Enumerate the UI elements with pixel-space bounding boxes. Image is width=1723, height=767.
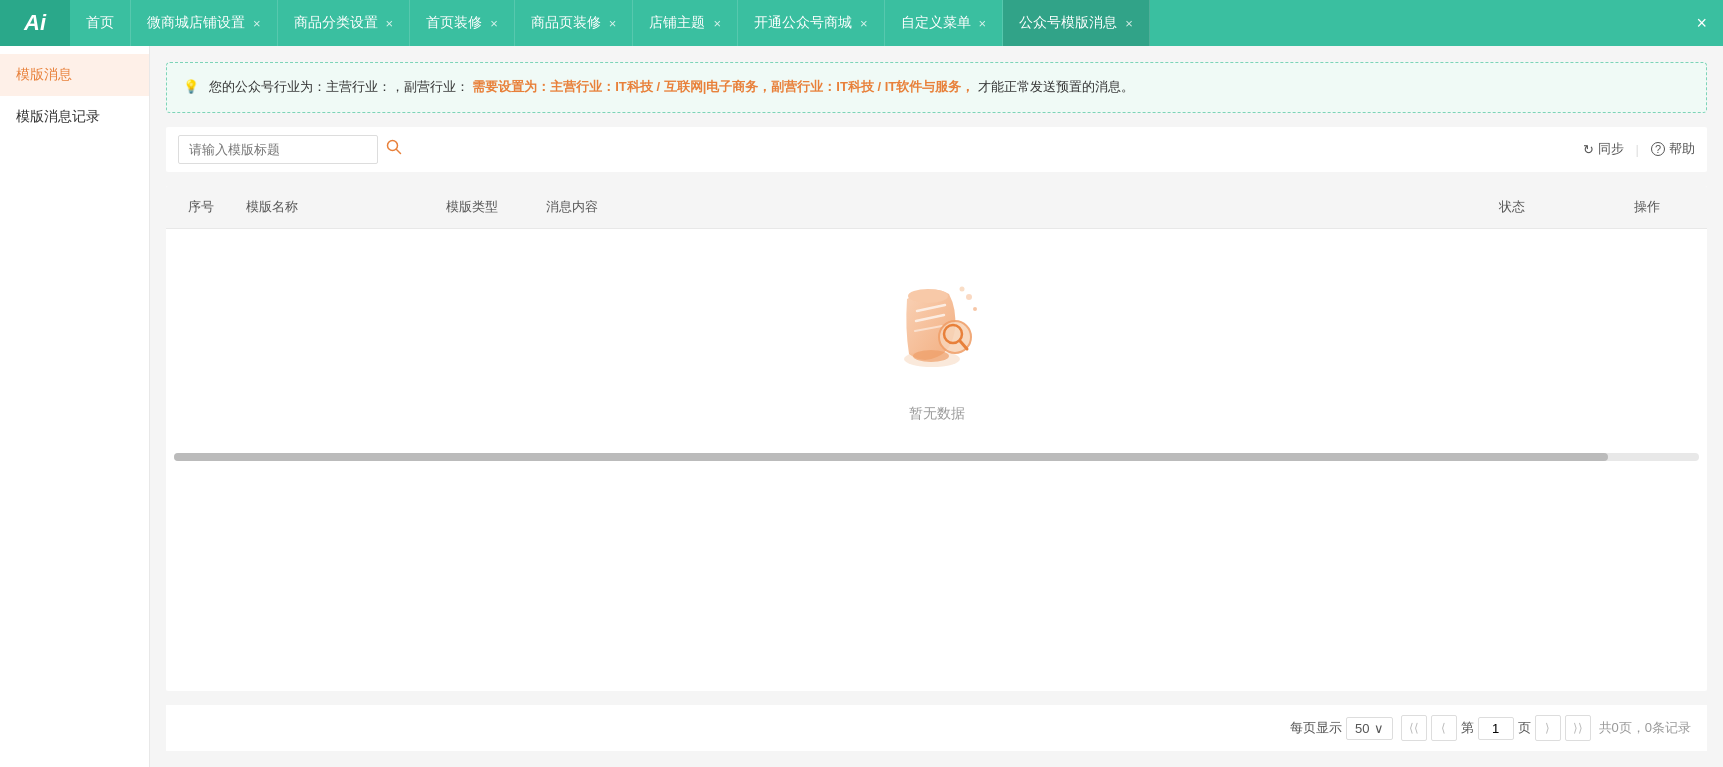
- notice-prefix: 您的公众号行业为：主营行业：，副营行业：: [209, 79, 469, 94]
- col-header-type: 模版类型: [436, 186, 536, 228]
- close-open-mall-icon[interactable]: ×: [860, 16, 868, 31]
- toolbar: ↻ 同步 | ? 帮助: [166, 127, 1707, 172]
- tab-home[interactable]: 首页: [70, 0, 131, 46]
- tab-shop-theme-label: 店铺主题: [649, 14, 705, 32]
- notice-highlight: 需要设置为：主营行业：IT科技 / 互联网|电子商务，副营行业：IT科技 / I…: [472, 79, 974, 94]
- close-category-icon[interactable]: ×: [386, 16, 394, 31]
- per-page-value: 50: [1355, 721, 1369, 736]
- notice-bulb-icon: 💡: [183, 79, 199, 94]
- close-custom-menu-icon[interactable]: ×: [979, 16, 987, 31]
- data-table: 序号 模版名称 模版类型 消息内容 状态 操作: [166, 186, 1707, 691]
- next-page-button[interactable]: ⟩: [1535, 715, 1561, 741]
- sidebar-item-template-record[interactable]: 模版消息记录: [0, 96, 149, 138]
- col-header-seq: 序号: [166, 186, 236, 228]
- tab-product-decor[interactable]: 商品页装修 ×: [515, 0, 634, 46]
- sidebar-item-template-msg[interactable]: 模版消息: [0, 54, 149, 96]
- tab-template-msg-label: 公众号模版消息: [1019, 14, 1117, 32]
- svg-point-11: [966, 294, 972, 300]
- help-button[interactable]: ? 帮助: [1651, 140, 1695, 158]
- tab-category-label: 商品分类设置: [294, 14, 378, 32]
- toolbar-right: ↻ 同步 | ? 帮助: [1583, 140, 1695, 158]
- chevron-down-icon: ∨: [1374, 721, 1384, 736]
- pagination: 每页显示 50 ∨ ⟨⟨ ⟨ 第 页 ⟩ ⟩⟩ 共0页，0条记录: [166, 705, 1707, 751]
- svg-point-12: [973, 307, 977, 311]
- scrollbar-thumb[interactable]: [174, 453, 1608, 461]
- tab-homepage-decor[interactable]: 首页装修 ×: [410, 0, 515, 46]
- search-button[interactable]: [386, 139, 402, 159]
- search-input[interactable]: [178, 135, 378, 164]
- notice-suffix: 才能正常发送预置的消息。: [978, 79, 1134, 94]
- page-navigation: ⟨⟨ ⟨ 第 页 ⟩ ⟩⟩: [1401, 715, 1591, 741]
- total-info: 共0页，0条记录: [1599, 719, 1691, 737]
- topbar-close-button[interactable]: ×: [1680, 0, 1723, 46]
- close-template-msg-icon[interactable]: ×: [1125, 16, 1133, 31]
- content-area: 💡 您的公众号行业为：主营行业：，副营行业： 需要设置为：主营行业：IT科技 /…: [150, 46, 1723, 767]
- app-logo: Ai: [0, 0, 70, 46]
- table-header: 序号 模版名称 模版类型 消息内容 状态 操作: [166, 186, 1707, 229]
- tab-product-decor-label: 商品页装修: [531, 14, 601, 32]
- page-label: 第: [1461, 719, 1474, 737]
- sync-label: 同步: [1598, 140, 1624, 158]
- search-area: [178, 135, 402, 164]
- help-label: 帮助: [1669, 140, 1695, 158]
- tab-home-label: 首页: [86, 14, 114, 32]
- close-shop-theme-icon[interactable]: ×: [713, 16, 721, 31]
- svg-point-3: [908, 289, 948, 303]
- per-page-select[interactable]: 50 ∨: [1346, 717, 1392, 740]
- topbar: Ai 首页 微商城店铺设置 × 商品分类设置 × 首页装修 × 商品页装修 × …: [0, 0, 1723, 46]
- sync-button[interactable]: ↻ 同步: [1583, 140, 1624, 158]
- col-header-content: 消息内容: [536, 186, 1437, 228]
- close-wechat-shop-icon[interactable]: ×: [253, 16, 261, 31]
- tab-open-mall[interactable]: 开通公众号商城 ×: [738, 0, 885, 46]
- last-page-button[interactable]: ⟩⟩: [1565, 715, 1591, 741]
- svg-point-4: [913, 350, 949, 362]
- first-page-button[interactable]: ⟨⟨: [1401, 715, 1427, 741]
- page-suffix: 页: [1518, 719, 1531, 737]
- notice-box: 💡 您的公众号行业为：主营行业：，副营行业： 需要设置为：主营行业：IT科技 /…: [166, 62, 1707, 113]
- search-icon: [386, 139, 402, 155]
- tab-category[interactable]: 商品分类设置 ×: [278, 0, 411, 46]
- toolbar-divider: |: [1636, 142, 1639, 157]
- tab-custom-menu-label: 自定义菜单: [901, 14, 971, 32]
- main-layout: 模版消息 模版消息记录 💡 您的公众号行业为：主营行业：，副营行业： 需要设置为…: [0, 46, 1723, 767]
- sidebar-item-template-msg-label: 模版消息: [16, 66, 72, 82]
- close-product-decor-icon[interactable]: ×: [609, 16, 617, 31]
- tab-custom-menu[interactable]: 自定义菜单 ×: [885, 0, 1004, 46]
- help-circle-icon: ?: [1651, 142, 1665, 156]
- col-header-name: 模版名称: [236, 186, 436, 228]
- page-number-input[interactable]: [1478, 717, 1514, 740]
- tab-wechat-shop[interactable]: 微商城店铺设置 ×: [131, 0, 278, 46]
- empty-state: 暂无数据: [166, 229, 1707, 453]
- col-header-status: 状态: [1437, 186, 1587, 228]
- tab-homepage-decor-label: 首页装修: [426, 14, 482, 32]
- svg-point-13: [959, 286, 964, 291]
- tab-wechat-shop-label: 微商城店铺设置: [147, 14, 245, 32]
- col-header-action: 操作: [1587, 186, 1707, 228]
- sidebar-item-template-record-label: 模版消息记录: [16, 108, 100, 124]
- prev-page-button[interactable]: ⟨: [1431, 715, 1457, 741]
- tab-template-msg[interactable]: 公众号模版消息 ×: [1003, 0, 1150, 46]
- svg-line-1: [397, 150, 401, 154]
- per-page-label: 每页显示: [1290, 719, 1342, 737]
- page-size-selector: 每页显示 50 ∨: [1290, 717, 1392, 740]
- tab-open-mall-label: 开通公众号商城: [754, 14, 852, 32]
- empty-illustration: [877, 269, 997, 389]
- close-homepage-decor-icon[interactable]: ×: [490, 16, 498, 31]
- empty-text: 暂无数据: [909, 405, 965, 423]
- horizontal-scrollbar[interactable]: [174, 453, 1699, 461]
- sync-icon: ↻: [1583, 142, 1594, 157]
- sidebar: 模版消息 模版消息记录: [0, 46, 150, 767]
- tab-shop-theme[interactable]: 店铺主题 ×: [633, 0, 738, 46]
